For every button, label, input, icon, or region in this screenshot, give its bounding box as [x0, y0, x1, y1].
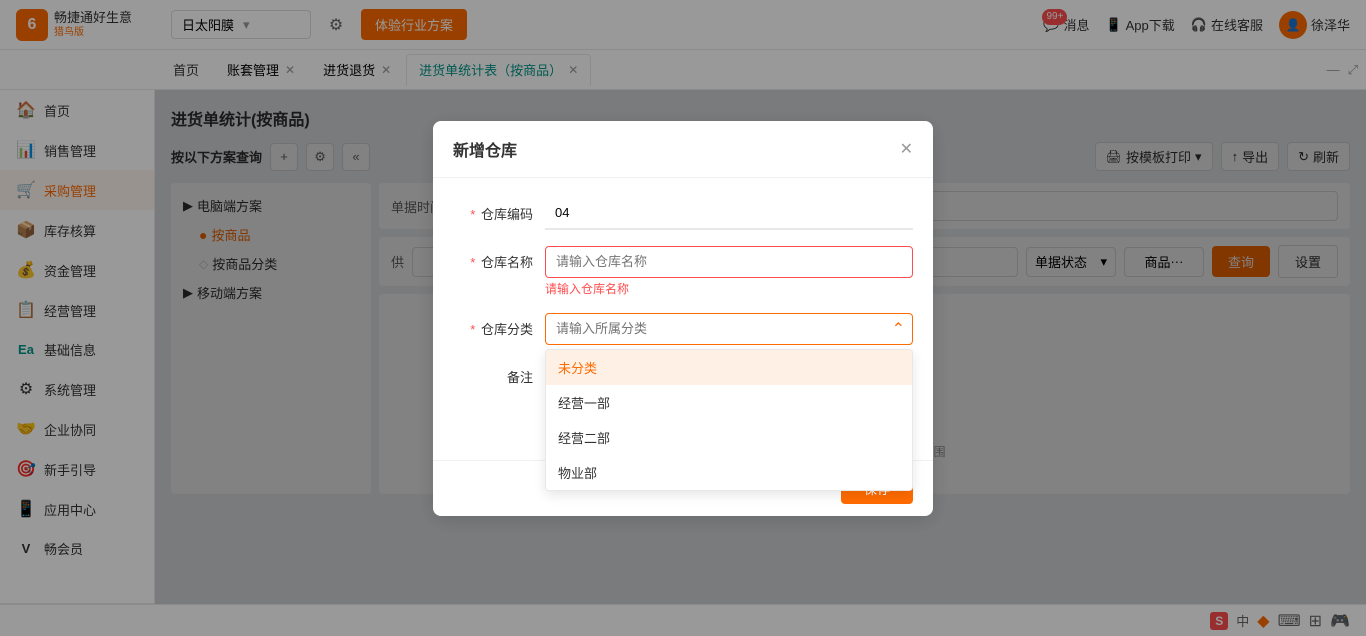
warehouse-category-label: * 仓库分类 [453, 313, 533, 338]
modal-overlay: 新增仓库 ✕ * 仓库编码 * 仓库名称 [0, 0, 1366, 636]
warehouse-category-control: ⌃ 未分类 经营一部 经营二部 物业部 [545, 313, 913, 345]
warehouse-code-label: * 仓库编码 [453, 198, 533, 223]
code-label-text: 仓库编码 [481, 207, 533, 222]
warehouse-code-control [545, 198, 913, 230]
warehouse-name-label: * 仓库名称 [453, 246, 533, 271]
modal-title: 新增仓库 [453, 137, 517, 161]
modal-body: * 仓库编码 * 仓库名称 请输入仓库名称 [433, 178, 933, 460]
warehouse-note-label: 备注 [453, 361, 533, 386]
warehouse-name-row: * 仓库名称 请输入仓库名称 [453, 246, 913, 297]
warehouse-code-input[interactable] [545, 198, 913, 230]
category-dropdown-arrow-icon[interactable]: ⌃ [892, 319, 905, 339]
warehouse-name-input[interactable] [545, 246, 913, 278]
category-option-dept2[interactable]: 经营二部 [546, 420, 912, 455]
category-option-dept1[interactable]: 经营一部 [546, 385, 912, 420]
modal-header: 新增仓库 ✕ [433, 121, 933, 178]
cat-required-mark: * [470, 322, 475, 337]
warehouse-category-input[interactable] [545, 313, 913, 345]
warehouse-category-row: * 仓库分类 ⌃ 未分类 经营一部 经营二部 物业部 [453, 313, 913, 345]
category-option-uncategorized[interactable]: 未分类 [546, 350, 912, 385]
category-option-dept3[interactable]: 物业部 [546, 455, 912, 490]
modal-close-btn[interactable]: ✕ [900, 139, 913, 159]
name-label-text: 仓库名称 [481, 255, 533, 270]
note-label-text: 备注 [507, 370, 533, 385]
category-dropdown-menu: 未分类 经营一部 经营二部 物业部 [545, 349, 913, 491]
cat-label-text: 仓库分类 [481, 322, 533, 337]
warehouse-code-row: * 仓库编码 [453, 198, 913, 230]
required-mark: * [470, 207, 475, 222]
warehouse-name-error: 请输入仓库名称 [545, 280, 913, 297]
warehouse-name-control: 请输入仓库名称 [545, 246, 913, 297]
name-required-mark: * [470, 255, 475, 270]
new-warehouse-modal: 新增仓库 ✕ * 仓库编码 * 仓库名称 [433, 121, 933, 516]
